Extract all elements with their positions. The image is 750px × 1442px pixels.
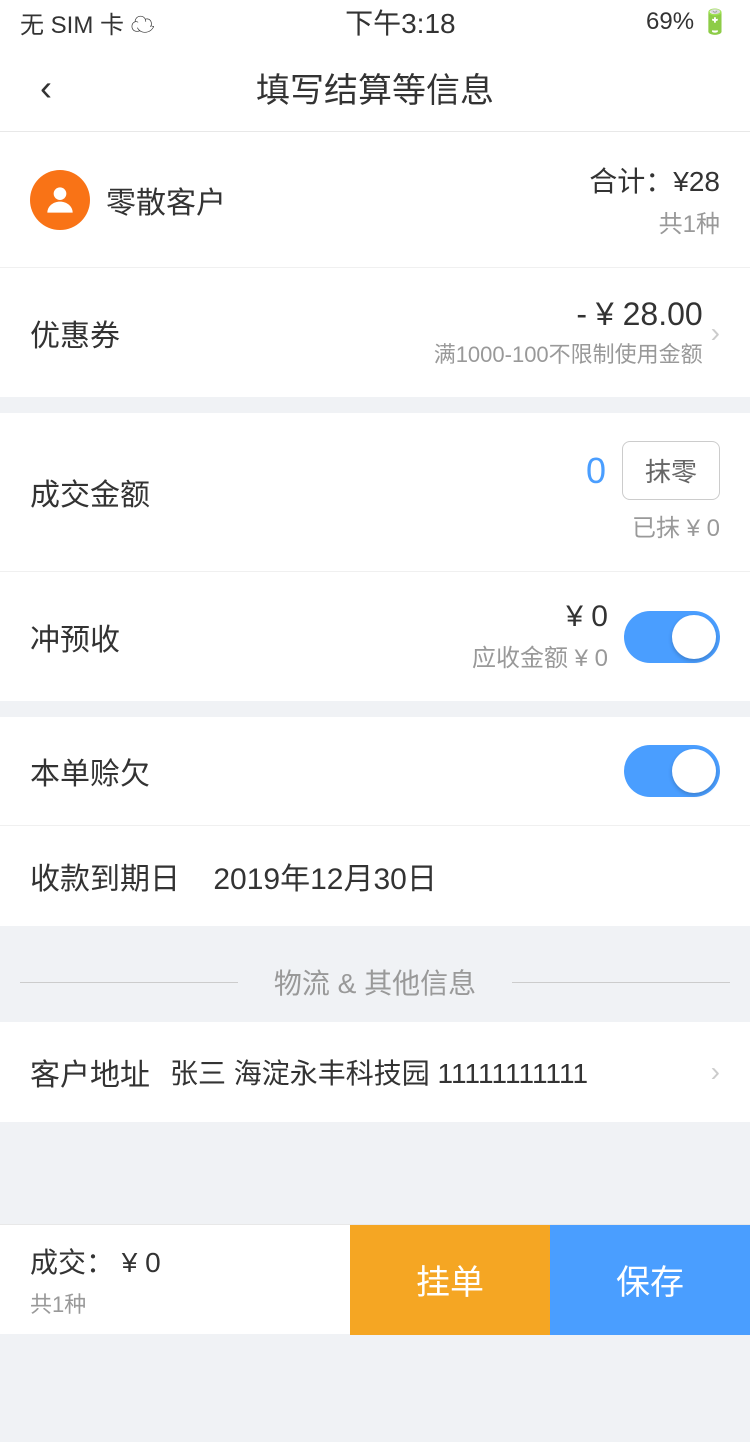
due-date-label: 收款到期日	[30, 863, 180, 896]
sim-status: 无 SIM 卡 ☁	[20, 5, 155, 40]
deal-amount-input[interactable]: 0	[566, 450, 606, 492]
bottom-deal-amount: ¥ 0	[122, 1247, 161, 1278]
bottom-deal-label: 成交：	[30, 1247, 114, 1278]
address-value: 张三 海淀永丰科技园 11111111111	[170, 1052, 711, 1092]
credit-toggle[interactable]	[624, 745, 720, 797]
chevron-right-icon: ›	[711, 317, 720, 349]
back-button[interactable]: ‹	[30, 57, 62, 119]
deal-section: 成交金额 0 抹零 已抹 ¥ 0 冲预收 ¥ 0 应收金额 ¥ 0	[0, 413, 750, 701]
total-count: 共1种	[589, 204, 720, 239]
status-left: 无 SIM 卡 ☁	[20, 5, 155, 40]
coupon-label: 优惠券	[30, 311, 120, 355]
due-date-value: 2019年12月30日	[213, 863, 436, 896]
prepay-toggle[interactable]	[624, 611, 720, 663]
bottom-count: 共1种	[30, 1287, 320, 1319]
total-amount: 合计：¥28	[589, 160, 720, 200]
credit-row: 本单赊欠	[0, 717, 750, 825]
coupon-right: - ¥ 28.00 满1000-100不限制使用金额 ›	[434, 296, 720, 369]
page-title: 填写结算等信息	[256, 63, 494, 112]
credit-toggle-knob	[672, 749, 716, 793]
address-label: 客户地址	[30, 1050, 150, 1094]
bottom-bar: 成交： ¥ 0 共1种 挂单 保存	[0, 1224, 750, 1334]
address-row[interactable]: 客户地址 张三 海淀永丰科技园 11111111111 ›	[0, 1022, 750, 1122]
toggle-knob	[672, 615, 716, 659]
hold-button[interactable]: 挂单	[350, 1225, 550, 1335]
coupon-discount: - ¥ 28.00	[434, 296, 703, 333]
prepay-label: 冲预收	[30, 615, 120, 659]
divider-line-right	[512, 982, 730, 983]
logistics-label: 物流 & 其他信息	[274, 962, 476, 1002]
prepay-right: ¥ 0 应收金额 ¥ 0	[472, 600, 720, 673]
prepay-row: 冲预收 ¥ 0 应收金额 ¥ 0	[0, 572, 750, 701]
prepay-due: 应收金额 ¥ 0	[472, 638, 608, 673]
due-date-row[interactable]: 收款到期日 2019年12月30日	[0, 825, 750, 926]
bottom-summary: 成交： ¥ 0 共1种	[0, 1241, 350, 1319]
deal-label: 成交金额	[30, 470, 150, 514]
avatar	[30, 170, 90, 230]
customer-name: 零散客户	[106, 178, 226, 222]
deal-row: 成交金额 0 抹零 已抹 ¥ 0	[0, 413, 750, 572]
due-date-content: 收款到期日 2019年12月30日	[30, 863, 437, 896]
coupon-info: - ¥ 28.00 满1000-100不限制使用金额	[434, 296, 703, 369]
user-icon	[41, 181, 79, 219]
battery-icon: 🔋	[700, 8, 730, 37]
prepay-info: ¥ 0 应收金额 ¥ 0	[472, 600, 608, 673]
address-chevron-icon: ›	[711, 1056, 720, 1088]
status-bar: 无 SIM 卡 ☁ 下午3:18 69% 🔋	[0, 0, 750, 44]
coupon-row[interactable]: 优惠券 - ¥ 28.00 满1000-100不限制使用金额 ›	[0, 267, 750, 397]
deal-right: 0 抹零	[566, 441, 720, 500]
bottom-deal: 成交： ¥ 0	[30, 1241, 320, 1281]
credit-label: 本单赊欠	[30, 749, 150, 793]
customer-section: 零散客户 合计：¥28 共1种 优惠券 - ¥ 28.00 满1000-100不…	[0, 132, 750, 397]
logistics-divider: 物流 & 其他信息	[0, 942, 750, 1022]
save-button[interactable]: 保存	[550, 1225, 750, 1335]
battery-status: 69%	[646, 8, 694, 36]
nav-bar: ‹ 填写结算等信息	[0, 44, 750, 132]
customer-row: 零散客户 合计：¥28 共1种	[0, 132, 750, 267]
status-right: 69% 🔋	[646, 8, 730, 37]
customer-left: 零散客户	[30, 170, 226, 230]
round-zero-button[interactable]: 抹零	[622, 441, 720, 500]
coupon-description: 满1000-100不限制使用金额	[434, 337, 703, 369]
prepay-amount: ¥ 0	[472, 600, 608, 634]
divider-line-left	[20, 982, 238, 983]
already-zeroed: 已抹 ¥ 0	[632, 508, 720, 543]
customer-right: 合计：¥28 共1种	[589, 160, 720, 239]
credit-section: 本单赊欠 收款到期日 2019年12月30日	[0, 717, 750, 926]
status-time: 下午3:18	[345, 2, 456, 42]
